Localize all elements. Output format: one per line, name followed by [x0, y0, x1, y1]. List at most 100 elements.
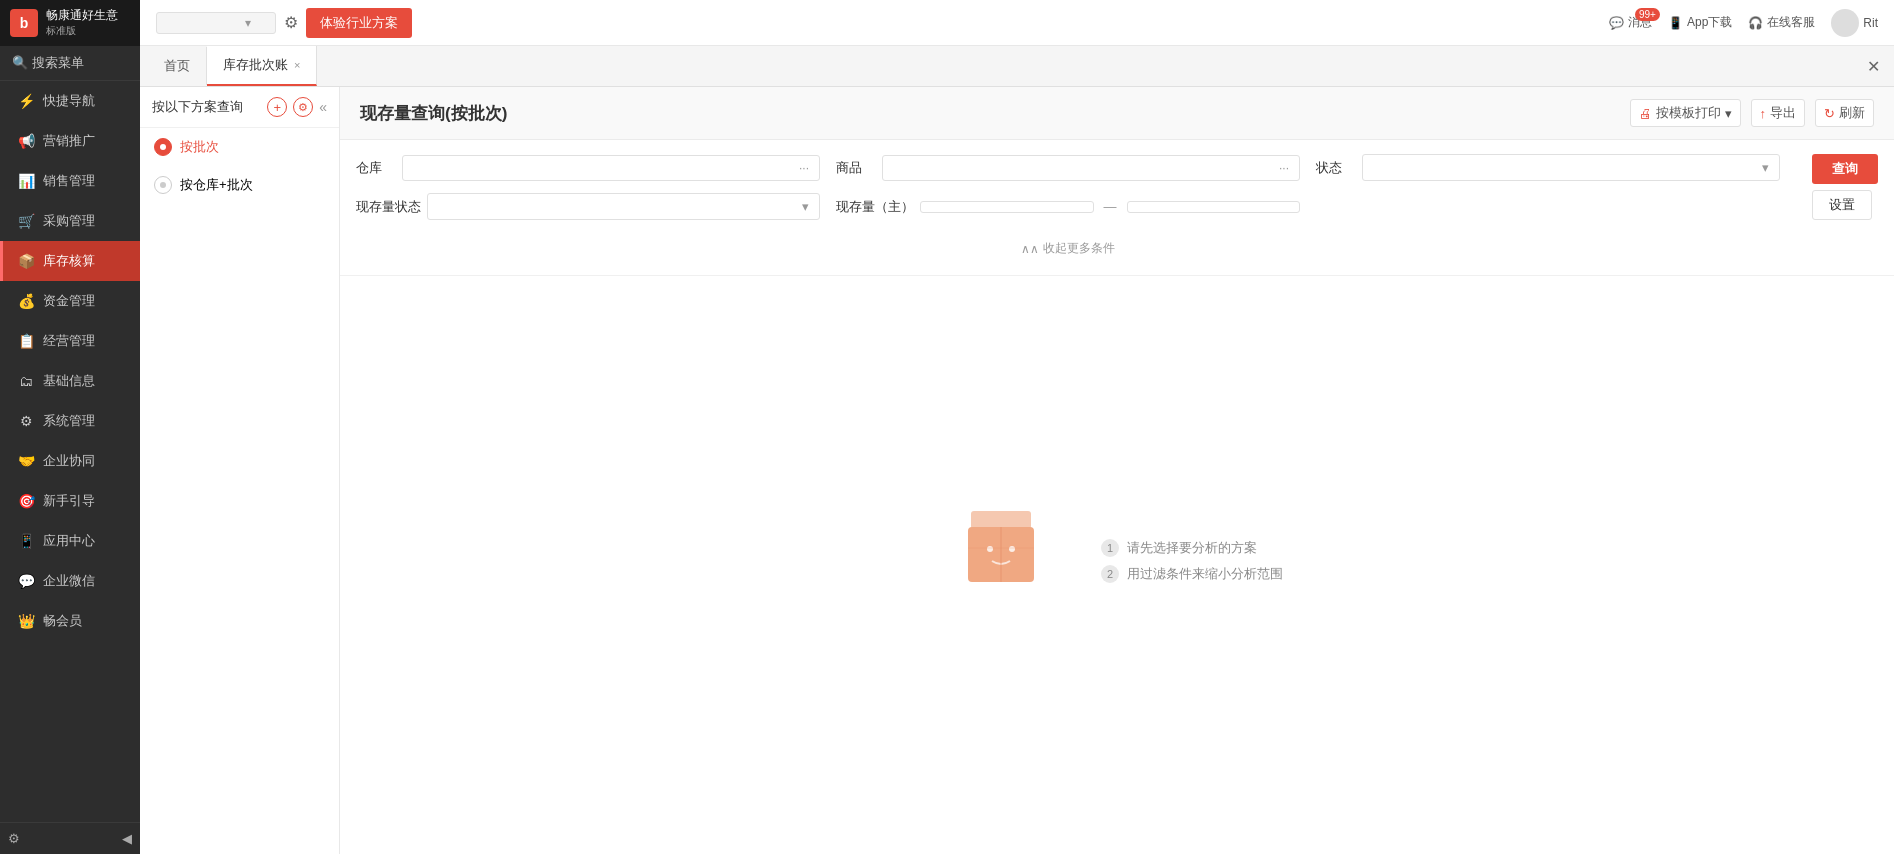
sidebar-item-quick-nav[interactable]: ⚡ 快捷导航 [0, 81, 140, 121]
online-service-label: 在线客服 [1767, 14, 1815, 31]
topbar-left: ▾ ⚙ 体验行业方案 [156, 8, 1597, 38]
system-icon: ⚙ [17, 412, 35, 430]
sidebar-item-purchase[interactable]: 🛒 采购管理 [0, 201, 140, 241]
hint-text-1: 请先选择要分析的方案 [1127, 539, 1257, 557]
sidebar-header: b 畅康通好生意 标准版 [0, 0, 140, 46]
user-avatar [1831, 9, 1859, 37]
sidebar-item-sales[interactable]: 📊 销售管理 [0, 161, 140, 201]
sidebar-item-finance[interactable]: 💰 资金管理 [0, 281, 140, 321]
status-select[interactable]: ▾ [1362, 154, 1780, 181]
panel-close-btn[interactable]: ✕ [1853, 57, 1894, 76]
sidebar-collapse-btn[interactable]: ◀ [122, 831, 132, 846]
guide-icon: 🎯 [17, 492, 35, 510]
svg-rect-2 [971, 511, 1031, 529]
stock-qty-min-input[interactable] [920, 201, 1094, 213]
sidebar-item-label: 企业微信 [43, 572, 95, 590]
tab-home[interactable]: 首页 [148, 47, 207, 85]
warehouse-more-icon[interactable]: ··· [799, 161, 809, 175]
query-button[interactable]: 查询 [1812, 154, 1878, 184]
print-label: 按模板打印 [1656, 104, 1721, 122]
print-icon: 🖨 [1639, 106, 1652, 121]
stock-qty-max-input[interactable] [1127, 201, 1301, 213]
sidebar-item-label: 快捷导航 [43, 92, 95, 110]
sidebar-item-label: 经营管理 [43, 332, 95, 350]
left-panel-header: 按以下方案查询 + ⚙ « [140, 87, 339, 128]
finance-icon: 💰 [17, 292, 35, 310]
search-menu[interactable]: 🔍 搜索菜单 [0, 46, 140, 81]
phone-icon: 📱 [1668, 16, 1683, 30]
sidebar-settings-btn[interactable]: ⚙ [8, 831, 20, 846]
product-label: 商品 [836, 159, 876, 177]
sidebar-item-label: 采购管理 [43, 212, 95, 230]
sidebar-item-label: 新手引导 [43, 492, 95, 510]
app-logo: b [10, 9, 38, 37]
empty-hint-1: 1 请先选择要分析的方案 [1101, 539, 1283, 557]
messages-item[interactable]: 💬 消息 99+ [1609, 14, 1652, 31]
scheme-active-icon [154, 138, 172, 156]
filter-and-buttons: 仓库 ··· 商品 ··· [340, 140, 1894, 276]
settings-button[interactable]: 设置 [1812, 190, 1872, 220]
filter-row-2: 现存量状态 ▾ 现存量（主） [356, 193, 1780, 220]
product-input[interactable]: ··· [882, 155, 1300, 181]
user-item[interactable]: Rit [1831, 9, 1878, 37]
collapse-panel-btn[interactable]: « [319, 99, 327, 115]
scheme-item-by-warehouse-batch[interactable]: 按仓库+批次 [140, 166, 339, 204]
sidebar-item-operations[interactable]: 📋 经营管理 [0, 321, 140, 361]
sidebar: b 畅康通好生意 标准版 🔍 搜索菜单 ⚡ 快捷导航 📢 营销推广 📊 销售管理… [0, 0, 140, 854]
sidebar-item-app-center[interactable]: 📱 应用中心 [0, 521, 140, 561]
export-btn[interactable]: ↑ 导出 [1751, 99, 1806, 127]
online-service-item[interactable]: 🎧 在线客服 [1748, 14, 1815, 31]
sidebar-item-marketing[interactable]: 📢 营销推广 [0, 121, 140, 161]
add-scheme-btn[interactable]: + [267, 97, 287, 117]
sidebar-item-label: 企业协同 [43, 452, 95, 470]
empty-illustration [951, 503, 1051, 603]
page-title: 现存量查询(按批次) [360, 102, 507, 125]
sidebar-item-membership[interactable]: 👑 畅会员 [0, 601, 140, 641]
sidebar-item-label: 销售管理 [43, 172, 95, 190]
sidebar-item-label: 库存核算 [43, 252, 95, 270]
app-download-item[interactable]: 📱 App下载 [1668, 14, 1732, 31]
marketing-icon: 📢 [17, 132, 35, 150]
trial-button[interactable]: 体验行业方案 [306, 8, 412, 38]
scheme-item-by-batch[interactable]: 按批次 [140, 128, 339, 166]
refresh-btn[interactable]: ↻ 刷新 [1815, 99, 1874, 127]
scheme-settings-btn[interactable]: ⚙ [293, 97, 313, 117]
sidebar-item-system[interactable]: ⚙ 系统管理 [0, 401, 140, 441]
warehouse-input[interactable]: ··· [402, 155, 820, 181]
hint-text-2: 用过滤条件来缩小分析范围 [1127, 565, 1283, 583]
sidebar-item-label: 营销推广 [43, 132, 95, 150]
tab-home-label: 首页 [164, 57, 190, 75]
main-content-wrap: 现存量查询(按批次) 🖨 按模板打印 ▾ ↑ 导出 ↻ 刷新 [340, 87, 1894, 854]
svg-point-1 [160, 182, 166, 188]
collapse-label: 收起更多条件 [1043, 240, 1115, 257]
tab-close-icon[interactable]: × [294, 59, 300, 71]
collapse-more-btn[interactable]: ∧∧ 收起更多条件 [356, 232, 1780, 261]
filter-product: 商品 ··· [836, 155, 1300, 181]
empty-hint-2: 2 用过滤条件来缩小分析范围 [1101, 565, 1283, 583]
sidebar-item-inventory[interactable]: 📦 库存核算 [0, 241, 140, 281]
sidebar-item-wechat[interactable]: 💬 企业微信 [0, 561, 140, 601]
tab-inventory-batch[interactable]: 库存批次账 × [207, 46, 317, 86]
print-btn[interactable]: 🖨 按模板打印 ▾ [1630, 99, 1741, 127]
stock-qty-dash: — [1098, 199, 1123, 214]
topbar-settings-icon[interactable]: ⚙ [284, 13, 298, 32]
product-more-icon[interactable]: ··· [1279, 161, 1289, 175]
main-area: ▾ ⚙ 体验行业方案 💬 消息 99+ 📱 App下载 🎧 在线客服 Rit [140, 0, 1894, 854]
stock-status-select[interactable]: ▾ [427, 193, 820, 220]
filter-warehouse: 仓库 ··· [356, 155, 820, 181]
scheme-label-by-warehouse-batch: 按仓库+批次 [180, 176, 253, 194]
filter-status: 状态 ▾ [1316, 154, 1780, 181]
search-icon: 🔍 [12, 55, 28, 70]
sidebar-item-label: 资金管理 [43, 292, 95, 310]
scheme-inactive-icon [154, 176, 172, 194]
sidebar-item-enterprise[interactable]: 🤝 企业协同 [0, 441, 140, 481]
export-label: 导出 [1770, 104, 1796, 122]
app-center-icon: 📱 [17, 532, 35, 550]
sidebar-item-basic[interactable]: 🗂 基础信息 [0, 361, 140, 401]
filter-stock-qty: 现存量（主） — [836, 198, 1300, 216]
sales-icon: 📊 [17, 172, 35, 190]
topbar-search-input[interactable] [165, 16, 245, 30]
sidebar-item-guide[interactable]: 🎯 新手引导 [0, 481, 140, 521]
headset-icon: 🎧 [1748, 16, 1763, 30]
status-chevron-icon: ▾ [1762, 160, 1769, 175]
